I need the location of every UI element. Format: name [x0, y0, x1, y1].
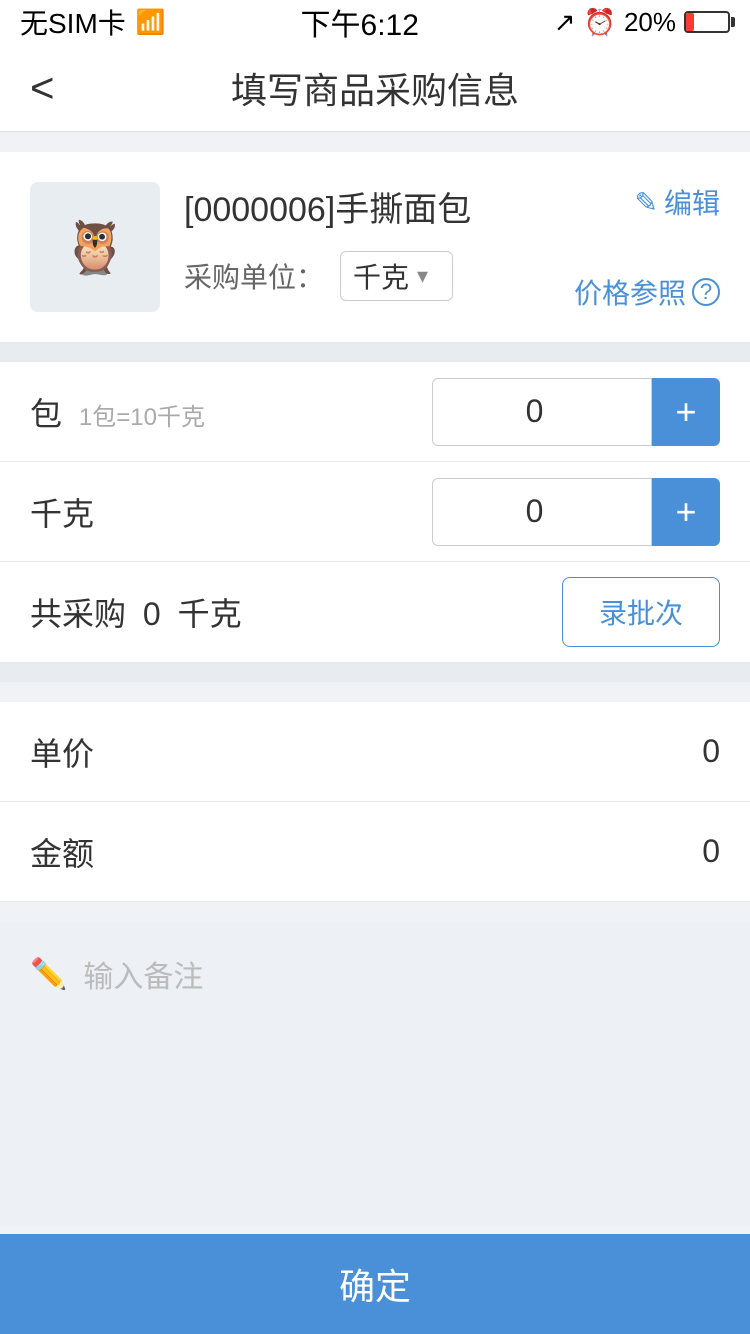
- product-thumbnail: 🦉: [63, 217, 128, 278]
- summary-unit: 千克: [178, 596, 242, 632]
- bao-label: 包: [30, 396, 62, 432]
- location-icon: ↗: [554, 7, 576, 38]
- price-section: 单价 0 金额 0: [0, 702, 750, 902]
- bao-input[interactable]: [432, 378, 652, 446]
- edit-icon: ✎: [635, 186, 658, 219]
- plus-icon-2: +: [675, 491, 696, 533]
- battery-label: 20%: [624, 7, 676, 38]
- bao-label-group: 包 1包=10千克: [30, 389, 432, 435]
- unit-select-dropdown[interactable]: 千克 ▾: [340, 251, 453, 301]
- status-left: 无SIM卡 📶: [20, 2, 166, 42]
- bottom-fill-area: [0, 1026, 750, 1226]
- status-bar: 无SIM卡 📶 下午6:12 ↗ ⏰ 20%: [0, 0, 750, 44]
- help-icon: ?: [692, 278, 720, 306]
- chevron-down-icon: ▾: [417, 263, 428, 289]
- confirm-button[interactable]: 确定: [0, 1234, 750, 1334]
- status-right: ↗ ⏰ 20%: [554, 7, 730, 38]
- amount-row: 金额 0: [0, 802, 750, 902]
- kg-input-wrap: +: [432, 478, 720, 546]
- unit-label: 采购单位：: [184, 256, 324, 296]
- bao-sublabel: 1包=10千克: [79, 404, 205, 431]
- page-title: 填写商品采购信息: [231, 62, 519, 114]
- kg-input[interactable]: [432, 478, 652, 546]
- edit-button[interactable]: ✎ 编辑: [635, 182, 720, 222]
- bao-input-row: 包 1包=10千克 +: [0, 362, 750, 462]
- input-section: 包 1包=10千克 + 千克 +: [0, 362, 750, 562]
- product-card: 🦉 [0000006]手撕面包 采购单位： 千克 ▾ ✎ 编辑 价格参照 ?: [0, 152, 750, 342]
- kg-label: 千克: [30, 489, 432, 535]
- price-ref-label: 价格参照: [574, 272, 686, 312]
- wifi-icon: 📶: [136, 8, 166, 37]
- amount-value: 0: [702, 833, 720, 870]
- plus-icon: +: [675, 391, 696, 433]
- summary-text: 共采购 0 千克: [30, 589, 562, 635]
- unit-price-label: 单价: [30, 729, 702, 775]
- status-time: 下午6:12: [301, 0, 419, 44]
- remark-section[interactable]: ✏️ 输入备注: [0, 922, 750, 1026]
- summary-row: 共采购 0 千克 录批次: [0, 562, 750, 662]
- unit-price-value: 0: [702, 733, 720, 770]
- battery-icon: [684, 11, 730, 33]
- section-divider-1: [0, 342, 750, 362]
- section-divider-2: [0, 662, 750, 682]
- kg-plus-button[interactable]: +: [652, 478, 720, 546]
- batch-button[interactable]: 录批次: [562, 577, 720, 647]
- unit-price-row: 单价 0: [0, 702, 750, 802]
- unit-value: 千克: [353, 256, 409, 296]
- battery-fill: [686, 13, 694, 31]
- remark-placeholder: 输入备注: [83, 952, 203, 996]
- product-image: 🦉: [30, 182, 160, 312]
- summary-amount: 0: [143, 596, 161, 632]
- summary-prefix: 共采购: [30, 596, 126, 632]
- back-button[interactable]: <: [30, 64, 55, 112]
- price-reference-button[interactable]: 价格参照 ?: [574, 272, 720, 312]
- bao-input-wrap: +: [432, 378, 720, 446]
- bao-plus-button[interactable]: +: [652, 378, 720, 446]
- pencil-icon: ✏️: [30, 957, 67, 992]
- alarm-icon: ⏰: [584, 7, 616, 38]
- nav-bar: < 填写商品采购信息: [0, 44, 750, 132]
- carrier-label: 无SIM卡: [20, 2, 126, 42]
- amount-label: 金额: [30, 829, 702, 875]
- kg-input-row: 千克 +: [0, 462, 750, 562]
